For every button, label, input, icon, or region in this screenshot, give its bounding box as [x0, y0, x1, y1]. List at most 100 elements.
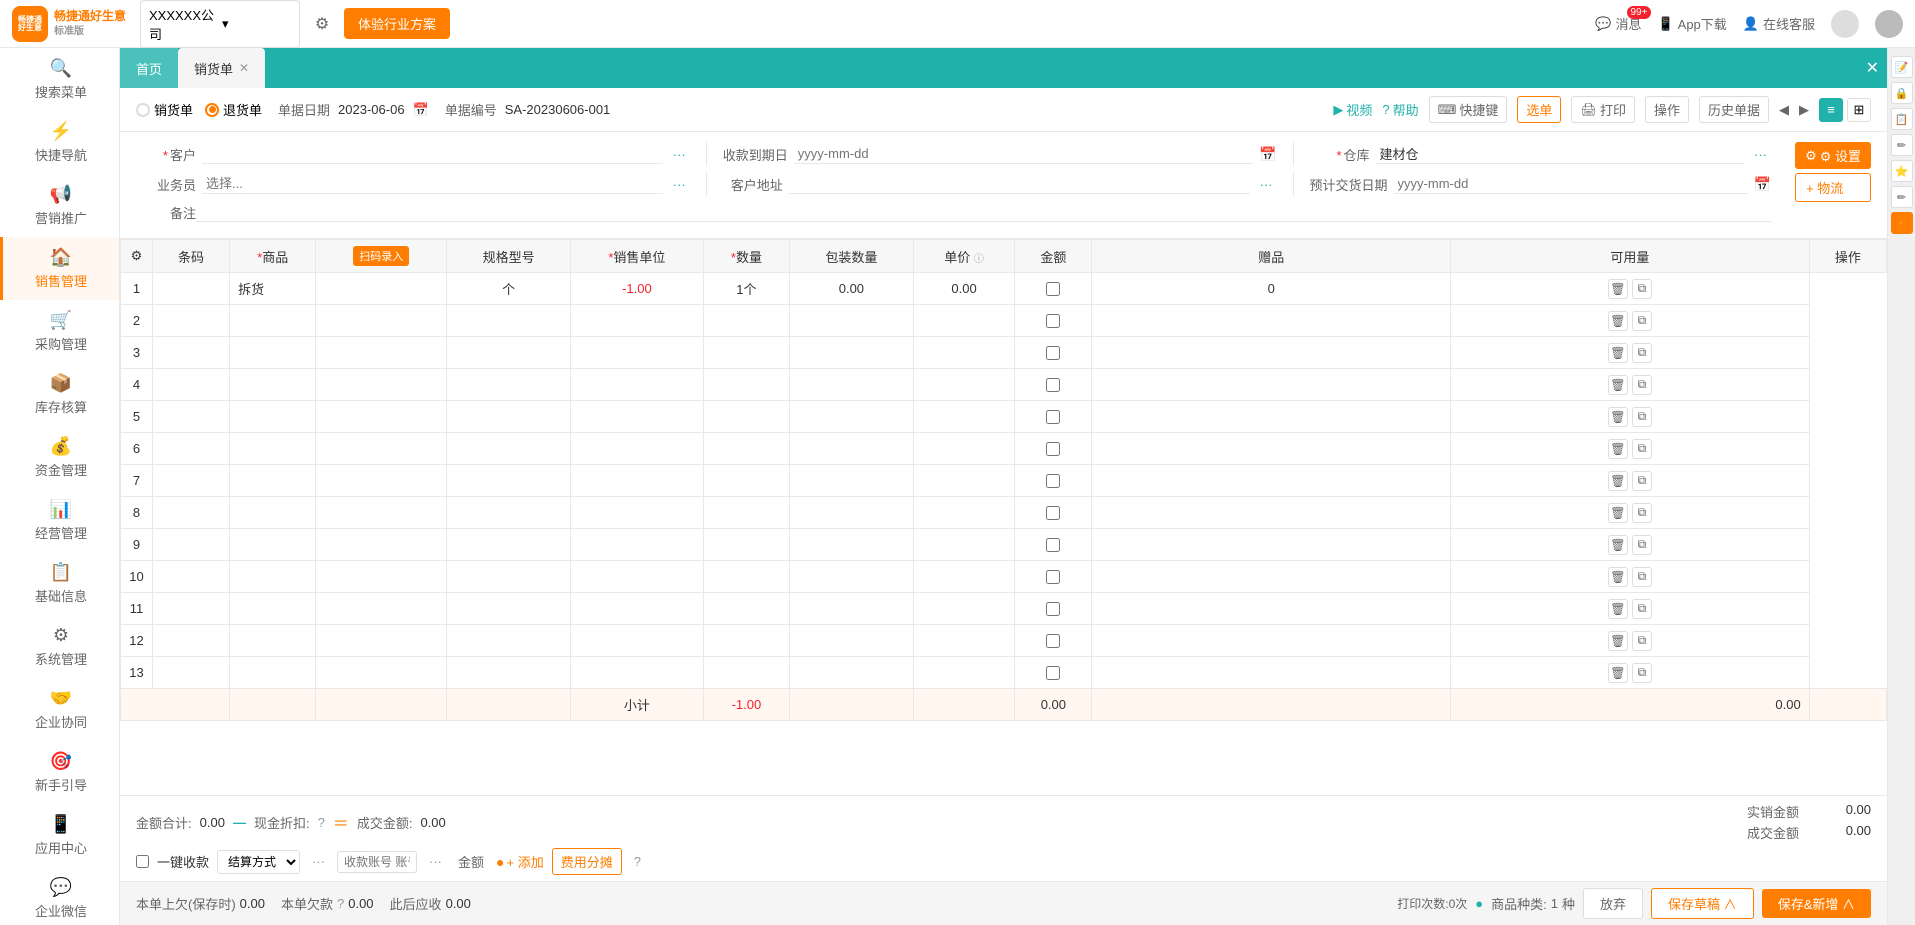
sidebar-item-purchase[interactable]: 🛒 采购管理 — [0, 300, 119, 363]
delete-icon-10[interactable]: 🗑 — [1608, 567, 1628, 587]
shortcut-btn[interactable]: ⌨ 快捷键 — [1429, 96, 1508, 123]
right-panel-btn-2[interactable]: 🔒 — [1891, 82, 1913, 104]
cell-qty-11[interactable] — [570, 593, 703, 625]
cell-qty-8[interactable] — [570, 497, 703, 529]
scan-button[interactable]: 扫码录入 — [353, 246, 409, 266]
cell-barcode-12[interactable] — [153, 625, 230, 657]
cell-pkg-5[interactable] — [703, 401, 789, 433]
cell-barcode-10[interactable] — [153, 561, 230, 593]
copy-icon-11[interactable]: ⧉ — [1632, 599, 1652, 619]
expected-date-input[interactable] — [1394, 174, 1748, 194]
right-panel-btn-5[interactable]: ⭐ — [1891, 160, 1913, 182]
cell-gift-2[interactable] — [1015, 305, 1092, 337]
cell-qty-4[interactable] — [570, 369, 703, 401]
sidebar-item-search[interactable]: 🔍 搜索菜单 — [0, 48, 119, 111]
cell-amount-8[interactable] — [913, 497, 1015, 529]
cell-spec-4[interactable] — [316, 369, 447, 401]
next-icon[interactable]: ▶ — [1799, 102, 1809, 118]
add-payment-btn[interactable]: ● + 添加 — [496, 852, 544, 871]
sidebar-item-quick-nav[interactable]: ⚡ 快捷导航 — [0, 111, 119, 174]
abandon-btn[interactable]: 放弃 — [1583, 888, 1643, 919]
payment-due-input[interactable] — [794, 144, 1253, 164]
cell-price-4[interactable] — [790, 369, 914, 401]
payment-due-calendar-icon[interactable]: 📅 — [1259, 146, 1276, 163]
cell-barcode-5[interactable] — [153, 401, 230, 433]
select-btn[interactable]: 选单 — [1517, 96, 1561, 123]
delete-icon-4[interactable]: 🗑 — [1608, 375, 1628, 395]
gift-checkbox-5[interactable] — [1046, 410, 1060, 424]
sales-rep-dots[interactable]: ··· — [669, 177, 690, 192]
cell-barcode-4[interactable] — [153, 369, 230, 401]
cell-pkg-6[interactable] — [703, 433, 789, 465]
close-window-icon[interactable]: ✕ — [1866, 58, 1879, 78]
cell-product-6[interactable] — [230, 433, 316, 465]
cell-unit-10[interactable] — [447, 561, 571, 593]
cell-pkg-12[interactable] — [703, 625, 789, 657]
cell-spec-13[interactable] — [316, 657, 447, 689]
cell-pkg-13[interactable] — [703, 657, 789, 689]
payment-account-input[interactable] — [337, 851, 417, 873]
remarks-input[interactable] — [196, 202, 1771, 222]
doc-settings-btn[interactable]: ⚙ ⚙ 设置 — [1795, 142, 1871, 169]
cell-product-10[interactable] — [230, 561, 316, 593]
cell-amount-3[interactable] — [913, 337, 1015, 369]
history-btn[interactable]: 历史单据 — [1699, 96, 1769, 123]
right-panel-btn-4[interactable]: ✏ — [1891, 134, 1913, 156]
gift-checkbox-8[interactable] — [1046, 506, 1060, 520]
cell-product-7[interactable] — [230, 465, 316, 497]
radio-return[interactable]: 退货单 — [205, 100, 262, 119]
cell-spec-6[interactable] — [316, 433, 447, 465]
video-link[interactable]: ▶ 视频 — [1333, 100, 1372, 119]
sidebar-item-appstore[interactable]: 📱 应用中心 — [0, 804, 119, 867]
warehouse-input[interactable] — [1376, 144, 1744, 164]
copy-icon-5[interactable]: ⧉ — [1632, 407, 1652, 427]
delete-icon-13[interactable]: 🗑 — [1608, 663, 1628, 683]
cell-spec-7[interactable] — [316, 465, 447, 497]
cell-qty-10[interactable] — [570, 561, 703, 593]
gift-checkbox-11[interactable] — [1046, 602, 1060, 616]
total-debt-help-icon[interactable]: ? — [337, 896, 344, 911]
cell-amount-13[interactable] — [913, 657, 1015, 689]
cell-gift-4[interactable] — [1015, 369, 1092, 401]
cell-price-8[interactable] — [790, 497, 914, 529]
expected-date-calendar-icon[interactable]: 📅 — [1754, 176, 1771, 193]
cell-price-6[interactable] — [790, 433, 914, 465]
sidebar-item-inventory[interactable]: 📦 库存核算 — [0, 363, 119, 426]
cell-spec-5[interactable] — [316, 401, 447, 433]
copy-icon-7[interactable]: ⧉ — [1632, 471, 1652, 491]
cell-product-4[interactable] — [230, 369, 316, 401]
gift-checkbox-12[interactable] — [1046, 634, 1060, 648]
cell-gift-8[interactable] — [1015, 497, 1092, 529]
cell-pkg-2[interactable] — [703, 305, 789, 337]
copy-icon-4[interactable]: ⧉ — [1632, 375, 1652, 395]
cell-gift-5[interactable] — [1015, 401, 1092, 433]
cell-qty-9[interactable] — [570, 529, 703, 561]
sidebar-item-enterprise[interactable]: 🤝 企业协同 — [0, 678, 119, 741]
online-service-btn[interactable]: 👤 在线客服 — [1743, 14, 1815, 33]
cell-barcode-9[interactable] — [153, 529, 230, 561]
cell-barcode-6[interactable] — [153, 433, 230, 465]
cell-price-1[interactable]: 0.00 — [790, 273, 914, 305]
cell-spec-9[interactable] — [316, 529, 447, 561]
cell-product-8[interactable] — [230, 497, 316, 529]
cell-amount-11[interactable] — [913, 593, 1015, 625]
cell-price-3[interactable] — [790, 337, 914, 369]
cell-barcode-13[interactable] — [153, 657, 230, 689]
cell-qty-1[interactable]: -1.00 — [570, 273, 703, 305]
gift-checkbox-13[interactable] — [1046, 666, 1060, 680]
cell-unit-6[interactable] — [447, 433, 571, 465]
gift-checkbox-9[interactable] — [1046, 538, 1060, 552]
fenyong-help-icon[interactable]: ? — [634, 854, 641, 869]
cell-unit-3[interactable] — [447, 337, 571, 369]
gift-checkbox-7[interactable] — [1046, 474, 1060, 488]
cell-pkg-4[interactable] — [703, 369, 789, 401]
sidebar-item-finance[interactable]: 💰 资金管理 — [0, 426, 119, 489]
app-download-btn[interactable]: 📱 App下载 — [1657, 14, 1726, 33]
cell-price-5[interactable] — [790, 401, 914, 433]
cell-gift-12[interactable] — [1015, 625, 1092, 657]
cell-qty-3[interactable] — [570, 337, 703, 369]
cell-product-13[interactable] — [230, 657, 316, 689]
cell-pkg-11[interactable] — [703, 593, 789, 625]
cell-price-12[interactable] — [790, 625, 914, 657]
payment-dots[interactable]: ··· — [312, 854, 325, 869]
